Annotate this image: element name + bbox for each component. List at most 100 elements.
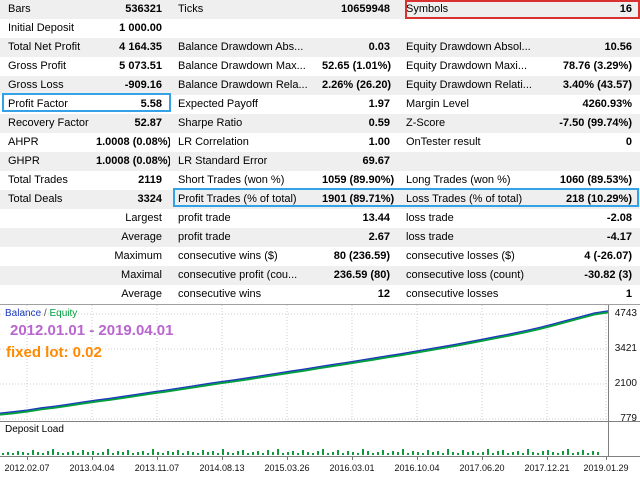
stat-label: AHPR [8,136,39,148]
chart-legend: Balance / Equity [5,308,77,319]
x-axis-label: 2015.03.26 [264,463,310,473]
deposit-load-bars [2,449,599,455]
stat-value: 1059 (89.90%) [322,174,395,186]
stat-value: 1 [625,288,632,300]
stat-label [398,152,554,171]
stat-value: 80 (236.59) [333,250,390,262]
x-axis-label: 2017.12.21 [524,463,570,473]
lot-size-annotation: fixed lot: 0.02 [6,344,102,361]
table-row: Average consecutive wins 12 consecutive los… [0,285,640,304]
table-row: GHPR 1.0008 (0.08%) LR Standard Error 69.67 [0,152,640,171]
stat-value: 10.56 [604,41,632,53]
x-axis-label: 2012.02.07 [4,463,50,473]
stat-value: 12 [377,288,390,300]
x-axis-label: 2013.11.07 [134,463,180,473]
stat-value [554,152,640,171]
strategy-tester-report: Bars 536321 Ticks 10659948 Symbols 16 Initial … [0,0,640,480]
x-axis-tick [222,457,223,460]
stat-value: 1.0008 (0.08%) [96,155,170,167]
stat-label: loss trade [406,231,454,243]
y-axis-scale: 4743 3421 2100 779 [608,305,640,424]
stat-label: Recovery Factor [8,117,89,129]
x-axis-tick [27,457,28,460]
y-axis-label: 3421 [614,343,637,354]
stat-label: loss trade [406,212,454,224]
x-axis-tick [92,457,93,460]
stat-value: 69.67 [362,155,390,167]
stat-label: profit trade [178,231,231,243]
stat-value: Maximal [121,269,162,281]
stat-value: 78.76 (3.29%) [562,60,632,72]
table-row: Total Deals 3324 Profit Trades (% of total… [0,190,640,209]
deposit-scale-column [608,422,640,456]
stat-value: 4 (-26.07) [584,250,632,262]
stat-value: 218 (10.29%) [565,193,632,205]
balance-equity-chart[interactable]: Balance / Equity 2012.01.01 - 2019.04.01… [0,305,608,421]
x-axis-tick [606,457,607,460]
stat-value: -7.50 (99.74%) [559,117,632,129]
table-row: Bars 536321 Ticks 10659948 Symbols 16 [0,0,640,19]
stat-label [170,19,322,38]
stat-value: 1.0008 (0.08%) [96,136,170,148]
stat-label: Gross Profit [8,60,67,72]
stat-value: 5 073.51 [119,60,162,72]
stat-label: Ticks [178,3,204,15]
stat-label: consecutive loss (count) [406,269,524,281]
stat-value: 13.44 [362,212,390,224]
x-axis-tick [417,457,418,460]
stat-label: Equity Drawdown Relati... [406,79,532,91]
stat-label [0,228,96,247]
stat-label: Sharpe Ratio [178,117,243,129]
stat-label: Expected Payoff [178,98,258,110]
stat-value: 236.59 (80) [333,269,390,281]
x-axis-tick [287,457,288,460]
stat-value: Largest [125,212,162,224]
stat-value: 52.87 [134,117,162,129]
stat-label: Balance Drawdown Rela... [178,79,308,91]
table-row: Gross Profit 5 073.51 Balance Drawdown Max… [0,57,640,76]
table-row: Average profit trade 2.67 loss trade -4.17 [0,228,640,247]
stats-table: Bars 536321 Ticks 10659948 Symbols 16 Initial … [0,0,640,304]
x-axis-tick [157,457,158,460]
chart-section: Balance / Equity 2012.01.01 - 2019.04.01… [0,304,640,480]
stat-label: consecutive losses [406,288,499,300]
table-row: Initial Deposit 1 000.00 [0,19,640,38]
stat-value: -30.82 (3) [584,269,632,281]
table-row: Profit Factor 5.58 Expected Payoff 1.97 Marg… [0,95,640,114]
x-axis-label: 2013.04.04 [69,463,115,473]
stat-label: LR Correlation [178,136,249,148]
equity-legend-label: Equity [49,308,78,319]
stat-label [0,285,96,304]
stat-value: 10659948 [341,3,390,15]
stat-value: 2.67 [368,231,390,243]
stat-value [554,19,640,38]
stat-label: Equity Drawdown Absol... [406,41,531,53]
stat-label: OnTester result [406,136,481,148]
stat-label: Balance Drawdown Max... [178,60,306,72]
deposit-load-panel[interactable]: Deposit Load [0,422,608,456]
x-axis-label: 2016.10.04 [394,463,440,473]
stat-label: Long Trades (won %) [406,174,511,186]
stat-label: Margin Level [406,98,469,110]
x-axis: 2012.02.07 2013.04.04 2013.11.07 2014.08.13… [0,457,640,480]
stat-label: Loss Trades (% of total) [406,193,523,205]
stat-label [0,209,96,228]
table-row: Total Trades 2119 Short Trades (won %) 1059… [0,171,640,190]
stat-label: Total Net Profit [8,41,81,53]
x-axis-label: 2016.03.01 [329,463,375,473]
stat-value: -4.17 [606,231,632,243]
stat-value: 1060 (89.53%) [559,174,632,186]
stat-value: 4260.93% [582,98,632,110]
stat-label: consecutive wins [178,288,262,300]
stat-value: 2.26% (26.20) [322,79,392,91]
stat-label: Total Trades [8,174,68,186]
stat-value: 16 [619,3,632,15]
stat-label: Total Deals [8,193,63,205]
table-row: Largest profit trade 13.44 loss trade -2.08 [0,209,640,228]
stat-label: LR Standard Error [178,155,268,167]
table-row: Recovery Factor 52.87 Sharpe Ratio 0.59 Z-Sc… [0,114,640,133]
stat-value: 1 000.00 [119,22,162,34]
stat-value: 1901 (89.71%) [322,193,395,205]
stat-label: Balance Drawdown Abs... [178,41,304,53]
table-row: Maximal consecutive profit (cou... 236.59 … [0,266,640,285]
